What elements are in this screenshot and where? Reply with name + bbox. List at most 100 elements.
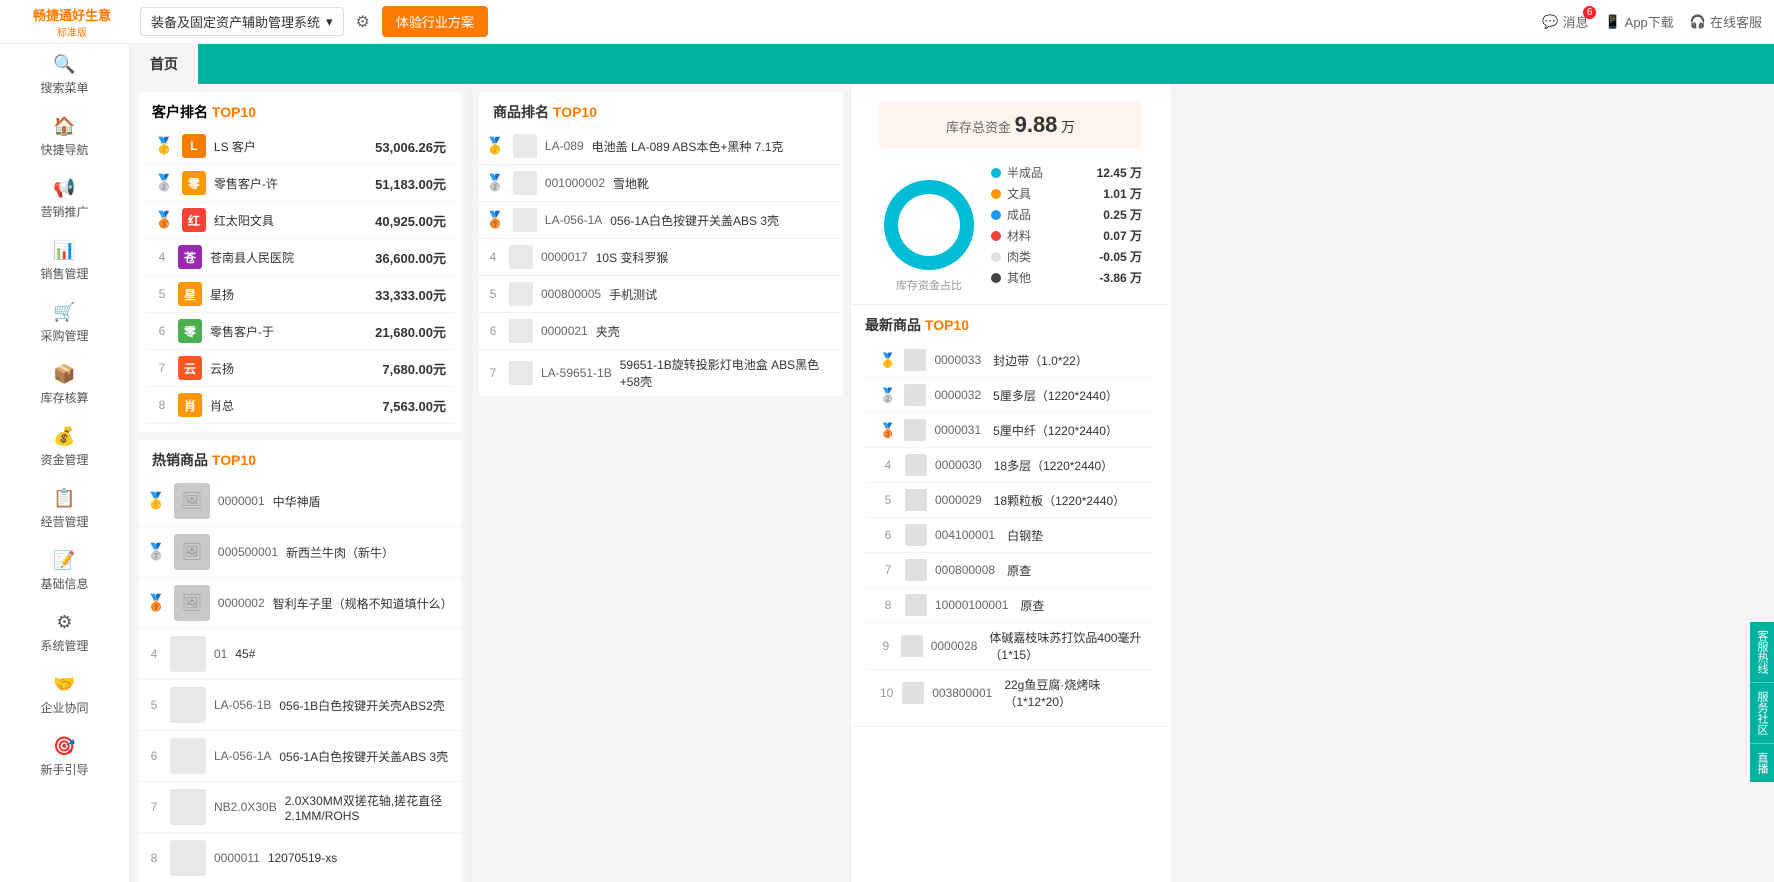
rank-number: 6 (146, 749, 162, 763)
rank-number: 10 (879, 686, 894, 700)
rank-number: 4 (146, 647, 162, 661)
hot-products-section: 热销商品 TOP10 🥇 🖼 0000001 中华神盾 🥈 🖼 00050000… (138, 440, 462, 882)
hot-product-item: 4 01 45# (138, 629, 462, 680)
sidebar-label-nav: 快捷导航 (40, 141, 88, 158)
product-code: 0000031 (934, 423, 981, 437)
product-code: 0000017 (541, 250, 588, 264)
newest-item: 5 0000029 18颗粒板（1220*2440） (865, 483, 1156, 518)
sidebar-item-purchase[interactable]: 🛒 采购管理 (0, 292, 129, 354)
legend-item: 半成品 12.45 万 (991, 164, 1142, 181)
finance-icon: 💰 (53, 426, 75, 447)
medal-icon: 🥇 (485, 136, 505, 156)
legend-dot (991, 210, 1001, 220)
newest-section: 最新商品 TOP10 🥇 0000033 封边带（1.0*22） 🥈 00000… (851, 305, 1170, 727)
rank-number: 6 (879, 528, 897, 542)
product-code: 0000001 (218, 494, 265, 508)
product-thumb (905, 454, 927, 476)
donut-chart: 库存资金占比 (879, 175, 979, 275)
rank-number: 9 (879, 639, 893, 653)
product-thumb (509, 282, 533, 306)
online-service-button[interactable]: 🎧 在线客服 (1690, 12, 1762, 31)
product-name: 雪地靴 (613, 175, 836, 192)
newest-item: 8 10000100001 原查 (865, 588, 1156, 623)
customer-list-item: 7 云 云扬 7,680.00元 (146, 350, 454, 387)
product-thumb (904, 384, 926, 406)
settings-button[interactable]: ⚙ (352, 8, 374, 36)
newest-item: 4 0000030 18多层（1220*2440） (865, 448, 1156, 483)
trial-button[interactable]: 体验行业方案 (382, 6, 488, 37)
product-name: 056-1A白色按键开关盖ABS 3壳 (610, 212, 836, 229)
home-tab[interactable]: 首页 (130, 44, 198, 84)
messages-button[interactable]: 💬 消息 6 (1542, 12, 1588, 31)
customer-avatar: 肖 (178, 393, 202, 417)
sidebar-label-inventory: 库存核算 (40, 389, 88, 406)
community-button[interactable]: 服务社区 (1750, 683, 1774, 744)
rank-number: 4 (485, 250, 501, 264)
customer-list-item: 🥉 红 红太阳文具 40,925.00元 (146, 202, 454, 239)
rank-number: 8 (146, 851, 162, 865)
product-name: 智利车子里（规格不知道填什么） (273, 595, 454, 612)
logo-text: 畅捷通好生意 (33, 5, 111, 24)
hot-product-item: 🥈 🖼 000500001 新西兰牛肉（新牛） (138, 527, 462, 578)
sidebar-item-search[interactable]: 🔍 搜索菜单 (0, 44, 129, 106)
sidebar-item-cooperation[interactable]: 🤝 企业协同 (0, 664, 129, 726)
app-download-button[interactable]: 📱 App下载 (1604, 12, 1673, 31)
inventory-total: 库存总资金 9.88 万 (879, 102, 1142, 148)
product-name: 白钢垫 (1007, 527, 1043, 544)
customer-name: 肖总 (210, 397, 374, 414)
customer-ranking-section: 客户排名 TOP10 🥇 L LS 客户 53,006.26元 🥈 零 零售客户… (138, 92, 462, 432)
sidebar-item-sales[interactable]: 📊 销售管理 (0, 230, 129, 292)
newest-item: 🥇 0000033 封边带（1.0*22） (865, 343, 1156, 378)
info-icon: 📝 (53, 550, 75, 571)
sidebar-item-guide[interactable]: 🎯 新手引导 (0, 726, 129, 788)
dropdown-icon: ▾ (326, 14, 333, 30)
product-thumb (905, 559, 927, 581)
sidebar-item-basic-info[interactable]: 📝 基础信息 (0, 540, 129, 602)
customer-amount: 21,680.00元 (375, 322, 446, 341)
sidebar-item-system[interactable]: ⚙ 系统管理 (0, 602, 129, 664)
product-name: 45# (235, 647, 454, 661)
product-thumb (902, 682, 924, 704)
service-hotline-button[interactable]: 客服热线 (1750, 622, 1774, 683)
content-body: 客户排名 TOP10 🥇 L LS 客户 53,006.26元 🥈 零 零售客户… (130, 84, 1774, 882)
newest-item: 🥈 0000032 5厘多层（1220*2440） (865, 378, 1156, 413)
hot-product-item: 🥉 🖼 0000002 智利车子里（规格不知道填什么） (138, 578, 462, 629)
guide-icon: 🎯 (53, 736, 75, 757)
product-thumb: 🖼 (174, 585, 210, 621)
medal-icon: 🥇 (146, 491, 166, 511)
sidebar-item-management[interactable]: 📋 经营管理 (0, 478, 129, 540)
sales-icon: 📊 (53, 240, 75, 261)
chart-label: 库存资金占比 (896, 277, 962, 293)
product-ranking-section: 商品排名 TOP10 🥇 LA-089 电池盖 LA-089 ABS本色+黑种 … (479, 92, 842, 396)
headset-icon: 🎧 (1690, 14, 1706, 30)
sidebar: 🔍 搜索菜单 🏠 快捷导航 📢 营销推广 📊 销售管理 🛒 采购管理 📦 库存核… (0, 44, 130, 882)
product-thumb (170, 738, 206, 774)
content-area: 首页 客户排名 TOP10 🥇 L LS 客户 53,006.26元 🥈 零 零… (130, 44, 1774, 882)
product-code: 000500001 (218, 545, 278, 559)
sidebar-label-cooperation: 企业协同 (40, 699, 88, 716)
rank-number: 4 (879, 458, 897, 472)
hot-product-item: 8 0000011 12070519-xs (138, 833, 462, 882)
hot-product-item: 7 NB2.0X30B 2.0X30MM双搓花轴,搓花直径2.1MM/ROHS (138, 782, 462, 833)
customer-avatar: L (182, 134, 206, 158)
sidebar-item-marketing[interactable]: 📢 营销推广 (0, 168, 129, 230)
sidebar-item-nav[interactable]: 🏠 快捷导航 (0, 106, 129, 168)
sidebar-label-basic-info: 基础信息 (40, 575, 88, 592)
hot-product-item: 6 LA-056-1A 056-1A白色按键开关盖ABS 3壳 (138, 731, 462, 782)
rank-number: 4 (154, 250, 170, 264)
medal-icon: 🥉 (146, 593, 166, 613)
product-thumb (509, 245, 533, 269)
product-thumb: 🖼 (174, 483, 210, 519)
newest-item: 10 003800001 22g鱼豆腐·烧烤味（1*12*20） (865, 670, 1156, 716)
inventory-value: 9.88 (1015, 112, 1058, 137)
sidebar-label-search: 搜索菜单 (40, 79, 88, 96)
sidebar-label-purchase: 采购管理 (40, 327, 88, 344)
product-thumb (904, 349, 926, 371)
cooperation-icon: 🤝 (53, 674, 75, 695)
sidebar-item-finance[interactable]: 💰 资金管理 (0, 416, 129, 478)
product-code: LA-056-1B (214, 698, 271, 712)
system-selector[interactable]: 装备及固定资产辅助管理系统 ▾ (140, 7, 344, 36)
sidebar-item-inventory[interactable]: 📦 库存核算 (0, 354, 129, 416)
live-button[interactable]: 直播 (1750, 744, 1774, 782)
product-ranking-item: 6 0000021 夹壳 (479, 313, 842, 350)
